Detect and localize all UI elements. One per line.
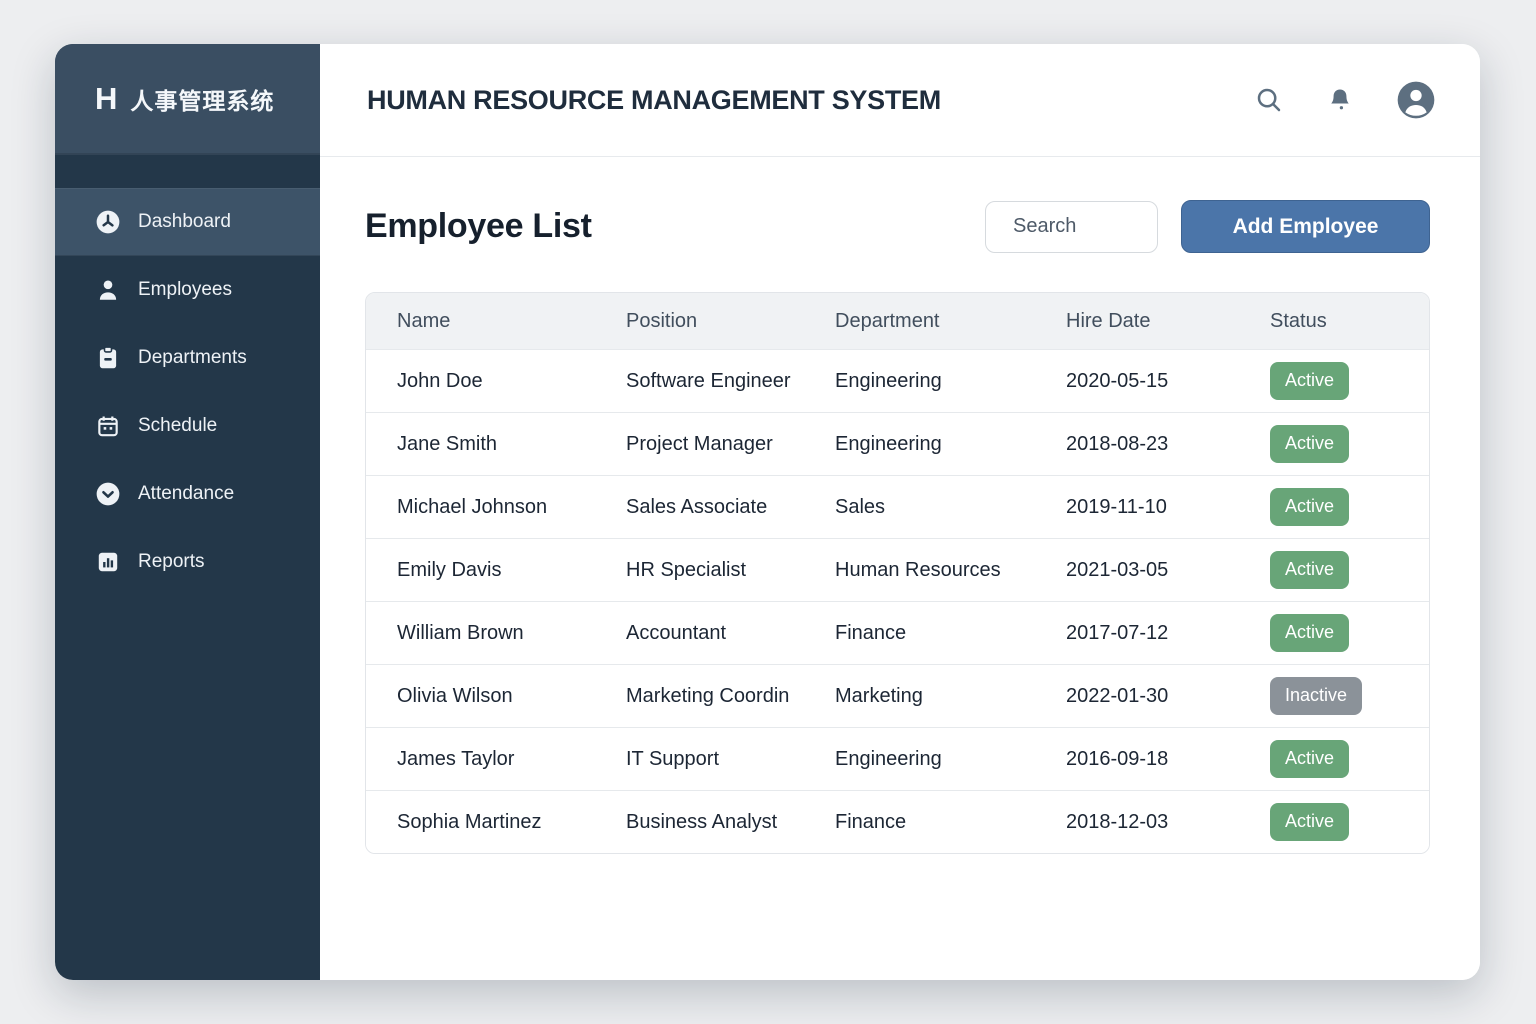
top-header: HUMAN RESOURCE MANAGEMENT SYSTEM <box>320 44 1480 157</box>
main-area: HUMAN RESOURCE MANAGEMENT SYSTEM Employe… <box>320 44 1480 980</box>
employee-position: IT Support <box>626 747 720 770</box>
app-title: HUMAN RESOURCE MANAGEMENT SYSTEM <box>367 84 941 115</box>
sidebar-item-departments[interactable]: Departments <box>55 324 320 392</box>
employee-department: Sales <box>835 495 886 518</box>
employee-position: Project Manager <box>626 432 773 455</box>
sidebar-item-label: Reports <box>138 551 205 572</box>
page-title: Employee List <box>365 207 592 245</box>
status-badge: Active <box>1270 488 1350 526</box>
status-badge: Active <box>1270 425 1350 463</box>
app-logo: H 人事管理系统 <box>55 44 320 155</box>
desktop-background: H 人事管理系统 Dashboard Employees Departments… <box>0 0 1536 1024</box>
column-header-position: Position <box>626 309 698 332</box>
employee-hire-date: 2018-08-23 <box>1066 432 1169 455</box>
employee-hire-date: 2020-05-15 <box>1066 369 1169 392</box>
column-header-hire-date: Hire Date <box>1066 309 1151 332</box>
table-row: Michael Johnson Sales Associate Sales 20… <box>366 475 1429 538</box>
status-badge: Active <box>1270 362 1350 400</box>
add-employee-button[interactable]: Add Employee <box>1181 200 1430 253</box>
employee-department: Finance <box>835 621 907 644</box>
employee-department: Engineering <box>835 369 942 392</box>
sidebar-nav: Dashboard Employees Departments Schedule… <box>55 188 320 596</box>
table-row: James Taylor IT Support Engineering 2016… <box>366 727 1429 790</box>
sidebar-item-schedule[interactable]: Schedule <box>55 392 320 460</box>
column-header-department: Department <box>835 309 940 332</box>
employee-department: Human Resources <box>835 558 1001 581</box>
status-badge: Active <box>1270 740 1350 778</box>
table-row: Emily Davis HR Specialist Human Resource… <box>366 538 1429 601</box>
logo-text: 人事管理系统 <box>130 87 275 114</box>
content-area: Employee List Add Employee Name Position… <box>320 157 1480 854</box>
clipboard-icon <box>95 345 121 371</box>
employee-name: Michael Johnson <box>397 495 548 518</box>
clock-icon <box>95 209 121 235</box>
user-avatar-icon[interactable] <box>1396 80 1436 120</box>
employee-name: John Doe <box>397 369 483 392</box>
table-row: John Doe Software Engineer Engineering 2… <box>366 349 1429 412</box>
column-header-status: Status <box>1270 309 1327 332</box>
employee-hire-date: 2016-09-18 <box>1066 747 1169 770</box>
employee-table: Name Position Department Hire Date Statu… <box>365 292 1430 854</box>
table-row: Olivia Wilson Marketing Coordin Marketin… <box>366 664 1429 727</box>
employee-hire-date: 2018-12-03 <box>1066 810 1169 833</box>
app-window: H 人事管理系统 Dashboard Employees Departments… <box>55 44 1480 980</box>
employee-name: William Brown <box>397 621 524 644</box>
check-circle-icon <box>95 481 121 507</box>
employee-position: Sales Associate <box>626 495 768 518</box>
sidebar: H 人事管理系统 Dashboard Employees Departments… <box>55 44 320 980</box>
column-header-name: Name <box>397 309 451 332</box>
employee-position: Business Analyst <box>626 810 778 833</box>
table-row: Sophia Martinez Business Analyst Finance… <box>366 790 1429 853</box>
toolbar-actions: Add Employee <box>985 200 1430 253</box>
sidebar-item-employees[interactable]: Employees <box>55 256 320 324</box>
sidebar-item-reports[interactable]: Reports <box>55 528 320 596</box>
employee-hire-date: 2019-11-10 <box>1066 495 1167 518</box>
employee-name: Emily Davis <box>397 558 502 581</box>
employee-hire-date: 2021-03-05 <box>1066 558 1169 581</box>
sidebar-item-dashboard[interactable]: Dashboard <box>55 188 320 256</box>
search-input[interactable] <box>985 200 1158 253</box>
bar-chart-icon <box>95 549 121 575</box>
table-header-row: Name Position Department Hire Date Statu… <box>366 293 1429 349</box>
table-row: Jane Smith Project Manager Engineering 2… <box>366 412 1429 475</box>
employee-name: Jane Smith <box>397 432 498 455</box>
bell-icon[interactable] <box>1326 86 1354 114</box>
employee-name: Sophia Martinez <box>397 810 542 833</box>
calendar-icon <box>95 413 121 439</box>
status-badge: Inactive <box>1270 677 1363 715</box>
person-icon <box>95 277 121 303</box>
header-actions <box>1254 80 1436 120</box>
status-badge: Active <box>1270 551 1350 589</box>
logo-mark: H <box>95 80 118 116</box>
employee-position: Accountant <box>626 621 727 644</box>
employee-name: Olivia Wilson <box>397 684 513 707</box>
employee-position: Marketing Coordin <box>626 684 790 707</box>
employee-department: Finance <box>835 810 907 833</box>
employee-hire-date: 2017-07-12 <box>1066 621 1169 644</box>
toolbar: Employee List Add Employee <box>365 200 1430 253</box>
employee-position: HR Specialist <box>626 558 747 581</box>
sidebar-item-attendance[interactable]: Attendance <box>55 460 320 528</box>
status-badge: Active <box>1270 614 1350 652</box>
employee-department: Engineering <box>835 747 942 770</box>
status-badge: Active <box>1270 803 1350 841</box>
sidebar-item-label: Attendance <box>138 483 235 504</box>
employee-position: Software Engineer <box>626 369 791 392</box>
sidebar-item-label: Employees <box>138 279 232 300</box>
table-row: William Brown Accountant Finance 2017-07… <box>366 601 1429 664</box>
employee-name: James Taylor <box>397 747 515 770</box>
search-icon[interactable] <box>1254 85 1284 115</box>
sidebar-item-label: Departments <box>138 347 247 368</box>
employee-department: Engineering <box>835 432 942 455</box>
sidebar-item-label: Dashboard <box>138 211 231 232</box>
employee-hire-date: 2022-01-30 <box>1066 684 1169 707</box>
sidebar-item-label: Schedule <box>138 415 218 436</box>
employee-department: Marketing <box>835 684 923 707</box>
